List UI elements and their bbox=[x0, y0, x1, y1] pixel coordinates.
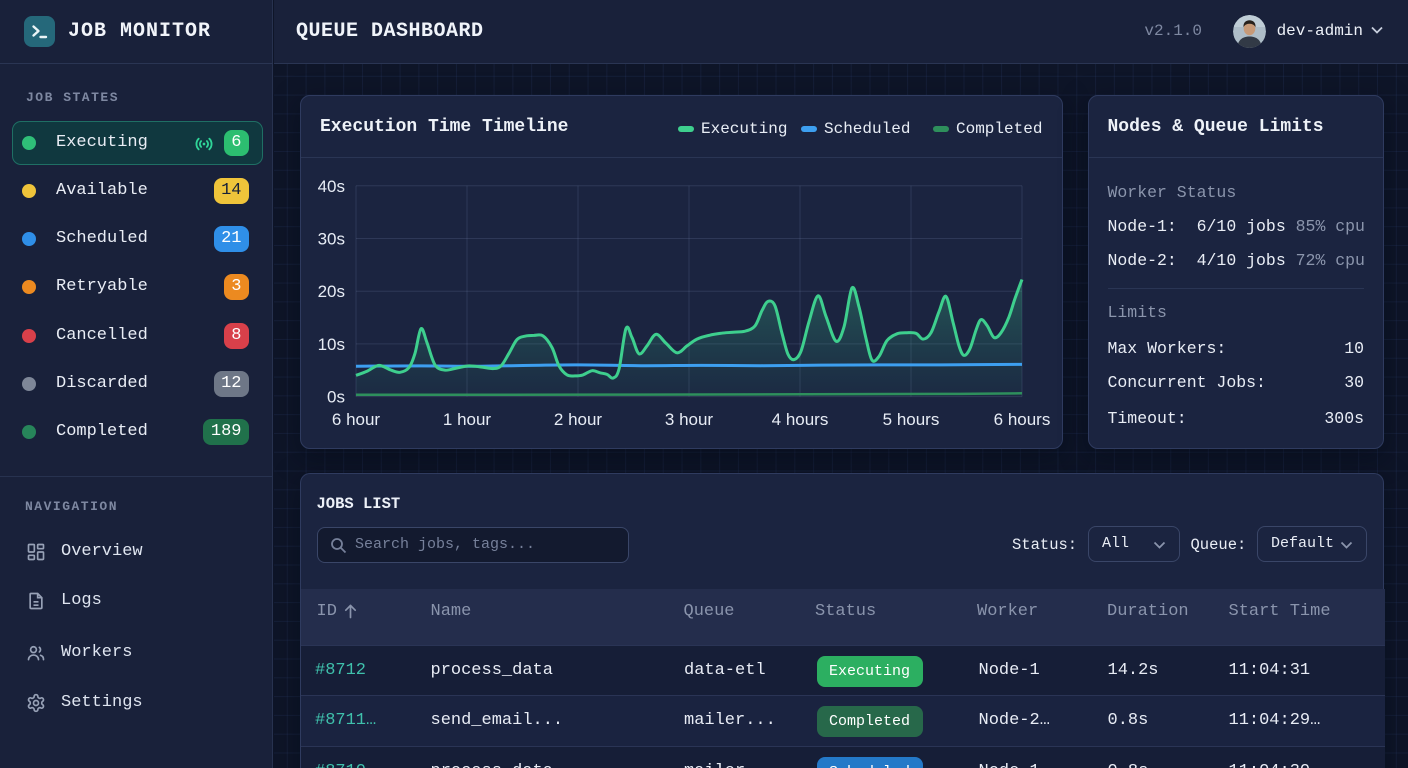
svg-text:6 hours: 6 hours bbox=[994, 410, 1051, 429]
svg-text:20s: 20s bbox=[318, 282, 345, 301]
svg-text:30s: 30s bbox=[318, 230, 345, 249]
svg-text:5 hours: 5 hours bbox=[883, 410, 940, 429]
svg-text:1 hour: 1 hour bbox=[443, 410, 492, 429]
svg-text:10s: 10s bbox=[318, 335, 345, 354]
svg-text:4 hours: 4 hours bbox=[772, 410, 829, 429]
svg-text:2 hour: 2 hour bbox=[554, 410, 603, 429]
svg-text:6 hour: 6 hour bbox=[332, 410, 381, 429]
svg-text:3 hour: 3 hour bbox=[665, 410, 714, 429]
svg-text:0s: 0s bbox=[327, 388, 345, 407]
svg-text:40s: 40s bbox=[318, 177, 345, 196]
